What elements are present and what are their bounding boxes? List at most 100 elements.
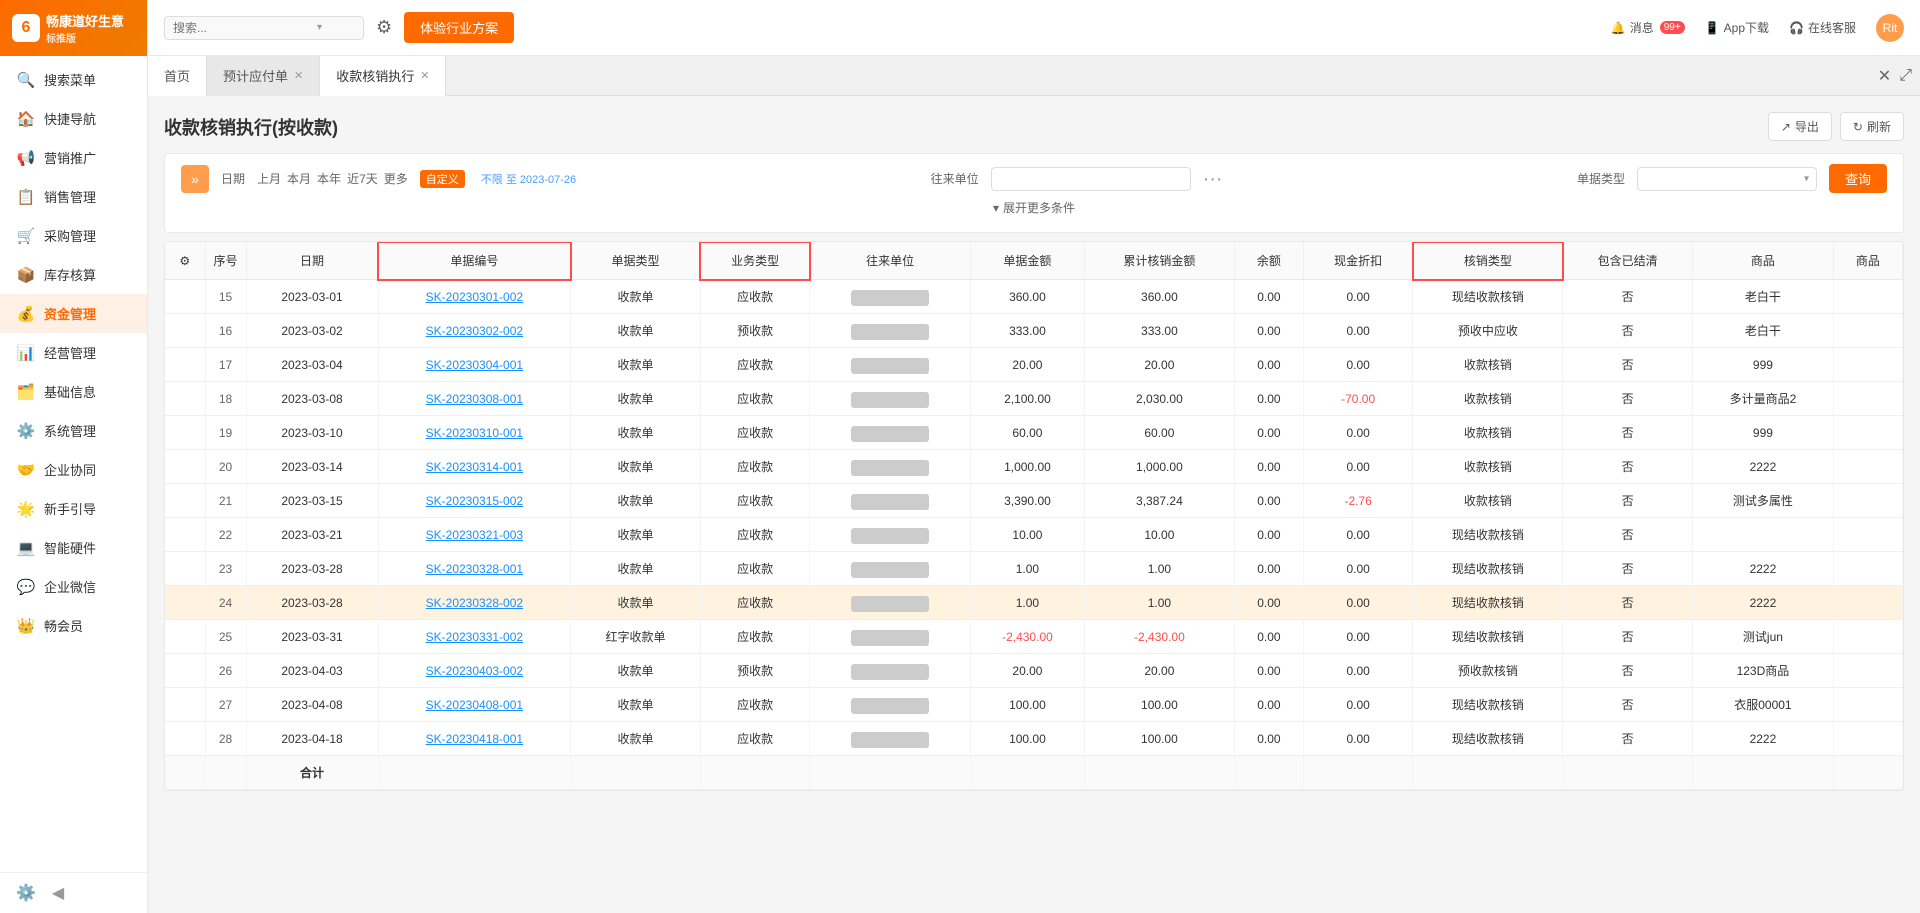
cell-doc_no[interactable]: SK-20230418-001 — [378, 722, 571, 756]
table-row[interactable]: 182023-03-08SK-20230308-001收款单应收款███████… — [165, 382, 1903, 416]
close-tab-prepay[interactable]: ✕ — [294, 69, 303, 82]
doc-link[interactable]: SK-20230315-002 — [426, 494, 523, 508]
sidebar-item-member[interactable]: 👑 畅会员 — [0, 606, 147, 645]
collapse-icon[interactable]: ◀ — [52, 883, 64, 903]
cell-doc_no[interactable]: SK-20230321-003 — [378, 518, 571, 552]
table-row[interactable]: 272023-04-08SK-20230408-001收款单应收款███████… — [165, 688, 1903, 722]
table-row[interactable]: 152023-03-01SK-20230301-002收款单应收款███████… — [165, 280, 1903, 314]
doc-link[interactable]: SK-20230418-001 — [426, 732, 523, 746]
cell-partner: ████████ — [810, 688, 971, 722]
sidebar-item-inventory[interactable]: 📦 库存核算 — [0, 255, 147, 294]
filter-collapse-button[interactable]: » — [181, 165, 209, 193]
cell-index: 15 — [205, 280, 246, 314]
cell-doc_no[interactable]: SK-20230302-002 — [378, 314, 571, 348]
expand-conditions-button[interactable]: ▾ 展开更多条件 — [181, 193, 1887, 222]
table-row[interactable]: 172023-03-04SK-20230304-001收款单应收款███████… — [165, 348, 1903, 382]
sidebar-item-quick-nav[interactable]: 🏠 快捷导航 — [0, 99, 147, 138]
sidebar-item-base[interactable]: 🗂️ 基础信息 — [0, 372, 147, 411]
topbar-gear-icon[interactable]: ⚙ — [376, 17, 392, 38]
doc-link[interactable]: SK-20230314-001 — [426, 460, 523, 474]
table-row[interactable]: 232023-03-28SK-20230328-001收款单应收款███████… — [165, 552, 1903, 586]
topbar-search-input[interactable] — [173, 21, 313, 35]
doc-link[interactable]: SK-20230304-001 — [426, 358, 523, 372]
sidebar-item-system[interactable]: ⚙️ 系统管理 — [0, 411, 147, 450]
cell-doc_no[interactable]: SK-20230315-002 — [378, 484, 571, 518]
footer-cell-doc_type — [571, 756, 701, 790]
guide-icon: 🌟 — [16, 500, 36, 518]
sidebar-item-purchase[interactable]: 🛒 采购管理 — [0, 216, 147, 255]
doc-link[interactable]: SK-20230408-001 — [426, 698, 523, 712]
expand-tab-icon[interactable]: ⤢ — [1899, 67, 1912, 85]
cell-goods2 — [1833, 348, 1902, 382]
support-button[interactable]: 🎧 在线客服 — [1789, 19, 1856, 36]
sidebar-item-marketing[interactable]: 📢 营销推广 — [0, 138, 147, 177]
sidebar-item-finance[interactable]: 💰 资金管理 — [0, 294, 147, 333]
tab-home[interactable]: 首页 — [148, 56, 207, 96]
cell-gear — [165, 688, 205, 722]
cell-doc_no[interactable]: SK-20230308-001 — [378, 382, 571, 416]
sidebar-item-hardware[interactable]: 💻 智能硬件 — [0, 528, 147, 567]
cell-doc_no[interactable]: SK-20230403-002 — [378, 654, 571, 688]
doc-link[interactable]: SK-20230308-001 — [426, 392, 523, 406]
close-tab-collect[interactable]: ✕ — [420, 69, 429, 82]
sidebar-item-operations[interactable]: 📊 经营管理 — [0, 333, 147, 372]
custom-date-button[interactable]: 自定义 — [420, 170, 465, 188]
sidebar-item-sales[interactable]: 📋 销售管理 — [0, 177, 147, 216]
cell-discount: 0.00 — [1303, 314, 1412, 348]
sidebar-item-search[interactable]: 🔍 搜索菜单 — [0, 60, 147, 99]
sidebar-item-wechat[interactable]: 💬 企业微信 — [0, 567, 147, 606]
table-row[interactable]: 162023-03-02SK-20230302-002收款单预收款███████… — [165, 314, 1903, 348]
doc-link[interactable]: SK-20230321-003 — [426, 528, 523, 542]
doc-link[interactable]: SK-20230302-002 — [426, 324, 523, 338]
refresh-button[interactable]: ↻ 刷新 — [1840, 112, 1904, 141]
table-row[interactable]: 252023-03-31SK-20230331-002红字收款单应收款█████… — [165, 620, 1903, 654]
cell-doc_no[interactable]: SK-20230328-001 — [378, 552, 571, 586]
app-download-button[interactable]: 📱 App下载 — [1705, 19, 1769, 36]
date-option-1[interactable]: 本月 — [287, 170, 311, 187]
doc-link[interactable]: SK-20230301-002 — [426, 290, 523, 304]
table-row[interactable]: 262023-04-03SK-20230403-002收款单预收款███████… — [165, 654, 1903, 688]
sidebar-item-guide[interactable]: 🌟 新手引导 — [0, 489, 147, 528]
doc-link[interactable]: SK-20230403-002 — [426, 664, 523, 678]
table-row[interactable]: 242023-03-28SK-20230328-002收款单应收款███████… — [165, 586, 1903, 620]
industry-solution-button[interactable]: 体验行业方案 — [404, 12, 514, 43]
doc-link[interactable]: SK-20230328-001 — [426, 562, 523, 576]
cell-doc_no[interactable]: SK-20230408-001 — [378, 688, 571, 722]
date-option-2[interactable]: 本年 — [317, 170, 341, 187]
date-option-4[interactable]: 更多 — [384, 170, 408, 187]
tab-collect[interactable]: 收款核销执行✕ — [320, 56, 446, 96]
table-row[interactable]: 282023-04-18SK-20230418-001收款单应收款███████… — [165, 722, 1903, 756]
cell-doc_no[interactable]: SK-20230328-002 — [378, 586, 571, 620]
cell-doc_no[interactable]: SK-20230304-001 — [378, 348, 571, 382]
settings-icon[interactable]: ⚙️ — [16, 883, 36, 903]
date-option-3[interactable]: 近7天 — [347, 170, 378, 187]
export-button[interactable]: ↗ 导出 — [1768, 112, 1832, 141]
date-option-0[interactable]: 上月 — [257, 170, 281, 187]
table-row[interactable]: 202023-03-14SK-20230314-001收款单应收款███████… — [165, 450, 1903, 484]
partner-filter-input[interactable] — [991, 167, 1191, 191]
partner-dots-button[interactable]: ··· — [1203, 169, 1223, 189]
cell-index: 18 — [205, 382, 246, 416]
cell-doc_no[interactable]: SK-20230310-001 — [378, 416, 571, 450]
query-button[interactable]: 查询 — [1829, 164, 1887, 193]
table-row[interactable]: 192023-03-10SK-20230310-001收款单应收款███████… — [165, 416, 1903, 450]
col-header-gear[interactable]: ⚙ — [165, 242, 205, 280]
doc-link[interactable]: SK-20230331-002 — [426, 630, 523, 644]
table-row[interactable]: 222023-03-21SK-20230321-003收款单应收款███████… — [165, 518, 1903, 552]
cell-doc_no[interactable]: SK-20230301-002 — [378, 280, 571, 314]
table-row[interactable]: 212023-03-15SK-20230315-002收款单应收款███████… — [165, 484, 1903, 518]
cell-verify_type: 现结收款核销 — [1413, 518, 1563, 552]
close-tab-icon[interactable]: ✕ — [1878, 66, 1891, 86]
user-avatar[interactable]: Rit — [1876, 14, 1904, 42]
cell-doc_no[interactable]: SK-20230331-002 — [378, 620, 571, 654]
messages-button[interactable]: 🔔 消息 99+ — [1611, 19, 1685, 36]
doc-type-select[interactable] — [1637, 167, 1817, 191]
doc-link[interactable]: SK-20230328-002 — [426, 596, 523, 610]
cell-partner: ████████ — [810, 484, 971, 518]
bell-icon: 🔔 — [1611, 21, 1626, 35]
tab-prepay[interactable]: 预计应付单✕ — [207, 56, 320, 96]
sidebar-item-cooperation[interactable]: 🤝 企业协同 — [0, 450, 147, 489]
doc-link[interactable]: SK-20230310-001 — [426, 426, 523, 440]
topbar-search-wrap[interactable]: ▾ — [164, 16, 364, 40]
cell-doc_no[interactable]: SK-20230314-001 — [378, 450, 571, 484]
